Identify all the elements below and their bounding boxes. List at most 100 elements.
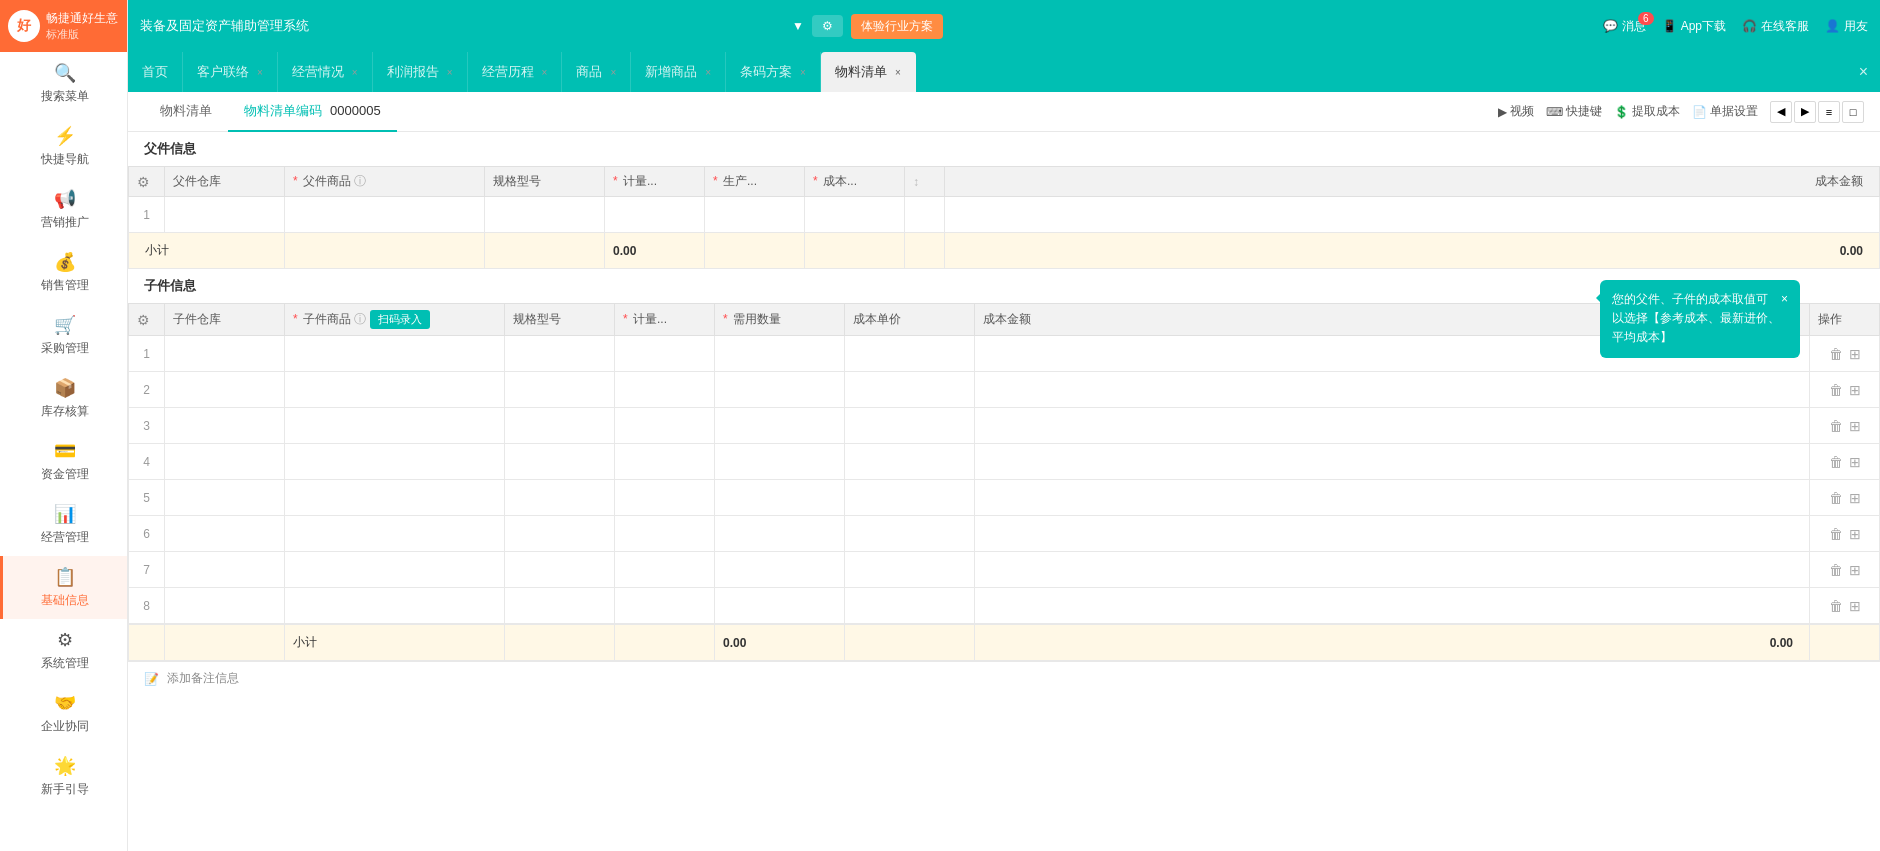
tab-profit-close[interactable]: ×: [447, 67, 453, 78]
delete-icon[interactable]: 🗑: [1829, 526, 1843, 542]
doc-settings-button[interactable]: 📄 单据设置: [1692, 103, 1758, 120]
child-spec-cell[interactable]: [505, 516, 615, 552]
child-unit-cost-cell[interactable]: [845, 444, 975, 480]
child-goods-cell[interactable]: [285, 444, 505, 480]
child-unit-cell[interactable]: [615, 372, 715, 408]
user-button[interactable]: 👤 用友: [1825, 18, 1868, 35]
child-quantity-cell[interactable]: [715, 588, 845, 624]
child-table-settings-icon[interactable]: ⚙: [137, 312, 150, 328]
child-warehouse-cell[interactable]: [165, 336, 285, 372]
delete-icon[interactable]: 🗑: [1829, 598, 1843, 614]
delete-icon[interactable]: 🗑: [1829, 382, 1843, 398]
sidebar-item-operations[interactable]: 📊 经营管理: [0, 493, 127, 556]
child-goods-cell[interactable]: [285, 336, 505, 372]
tab-operation[interactable]: 经营情况 ×: [278, 52, 373, 92]
sidebar-item-basic-info[interactable]: 📋 基础信息: [0, 556, 127, 619]
video-button[interactable]: ▶ 视频: [1498, 103, 1534, 120]
parent-production-cell[interactable]: [705, 197, 805, 233]
trial-button[interactable]: 体验行业方案: [851, 14, 943, 39]
child-quantity-cell[interactable]: [715, 516, 845, 552]
scan-button[interactable]: 扫码录入: [370, 310, 430, 329]
child-unit-cell[interactable]: [615, 408, 715, 444]
sidebar-item-marketing[interactable]: 📢 营销推广: [0, 178, 127, 241]
online-service-button[interactable]: 🎧 在线客服: [1742, 18, 1809, 35]
nav-menu-button[interactable]: ≡: [1818, 101, 1840, 123]
child-goods-cell[interactable]: [285, 480, 505, 516]
sidebar-item-sales[interactable]: 💰 销售管理: [0, 241, 127, 304]
tab-customer[interactable]: 客户联络 ×: [183, 52, 278, 92]
child-warehouse-cell[interactable]: [165, 480, 285, 516]
parent-spec-cell[interactable]: [485, 197, 605, 233]
copy-icon[interactable]: ⊞: [1849, 562, 1861, 578]
child-goods-cell[interactable]: [285, 372, 505, 408]
nav-prev-button[interactable]: ◀: [1770, 101, 1792, 123]
nav-expand-button[interactable]: □: [1842, 101, 1864, 123]
tab-goods-close[interactable]: ×: [610, 67, 616, 78]
tab-new-goods-close[interactable]: ×: [705, 67, 711, 78]
tab-barcode-close[interactable]: ×: [800, 67, 806, 78]
child-unit-cost-cell[interactable]: [845, 336, 975, 372]
sidebar-item-search[interactable]: 🔍 搜索菜单: [0, 52, 127, 115]
sidebar-item-quick-nav[interactable]: ⚡ 快捷导航: [0, 115, 127, 178]
parent-goods-cell[interactable]: [285, 197, 485, 233]
child-quantity-cell[interactable]: [715, 408, 845, 444]
copy-icon[interactable]: ⊞: [1849, 454, 1861, 470]
sidebar-item-inventory[interactable]: 📦 库存核算: [0, 367, 127, 430]
child-quantity-cell[interactable]: [715, 480, 845, 516]
close-all-tabs-button[interactable]: ×: [1847, 63, 1880, 81]
tab-bom[interactable]: 物料清单 ×: [821, 52, 916, 92]
child-warehouse-cell[interactable]: [165, 552, 285, 588]
child-unit-cell[interactable]: [615, 552, 715, 588]
child-warehouse-cell[interactable]: [165, 444, 285, 480]
tab-profit[interactable]: 利润报告 ×: [373, 52, 468, 92]
delete-icon[interactable]: 🗑: [1829, 454, 1843, 470]
tab-bom-close[interactable]: ×: [895, 67, 901, 78]
child-goods-cell[interactable]: [285, 552, 505, 588]
sidebar-item-finance[interactable]: 💳 资金管理: [0, 430, 127, 493]
tab-customer-close[interactable]: ×: [257, 67, 263, 78]
sub-tab-detail[interactable]: 物料清单编码 0000005: [228, 92, 397, 132]
delete-icon[interactable]: 🗑: [1829, 418, 1843, 434]
tab-history[interactable]: 经营历程 ×: [468, 52, 563, 92]
child-unit-cell[interactable]: [615, 516, 715, 552]
child-unit-cost-cell[interactable]: [845, 588, 975, 624]
child-unit-cell[interactable]: [615, 588, 715, 624]
copy-icon[interactable]: ⊞: [1849, 598, 1861, 614]
child-unit-cost-cell[interactable]: [845, 408, 975, 444]
child-warehouse-cell[interactable]: [165, 372, 285, 408]
child-unit-cost-cell[interactable]: [845, 552, 975, 588]
tab-home[interactable]: 首页: [128, 52, 183, 92]
child-unit-cell[interactable]: [615, 444, 715, 480]
tab-barcode[interactable]: 条码方案 ×: [726, 52, 821, 92]
parent-unit-cell[interactable]: [605, 197, 705, 233]
tab-operation-close[interactable]: ×: [352, 67, 358, 78]
copy-icon[interactable]: ⊞: [1849, 490, 1861, 506]
parent-warehouse-cell[interactable]: [165, 197, 285, 233]
copy-icon[interactable]: ⊞: [1849, 382, 1861, 398]
copy-icon[interactable]: ⊞: [1849, 346, 1861, 362]
child-spec-cell[interactable]: [505, 552, 615, 588]
child-goods-cell[interactable]: [285, 408, 505, 444]
cost-button[interactable]: 💲 提取成本: [1614, 103, 1680, 120]
child-spec-cell[interactable]: [505, 336, 615, 372]
child-spec-cell[interactable]: [505, 480, 615, 516]
settings-button[interactable]: ⚙: [812, 15, 843, 37]
child-spec-cell[interactable]: [505, 372, 615, 408]
tab-new-goods[interactable]: 新增商品 ×: [631, 52, 726, 92]
child-quantity-cell[interactable]: [715, 552, 845, 588]
sidebar-item-purchase[interactable]: 🛒 采购管理: [0, 304, 127, 367]
child-unit-cost-cell[interactable]: [845, 372, 975, 408]
child-unit-cost-cell[interactable]: [845, 480, 975, 516]
child-warehouse-cell[interactable]: [165, 408, 285, 444]
child-unit-cost-cell[interactable]: [845, 516, 975, 552]
child-unit-cell[interactable]: [615, 480, 715, 516]
child-goods-cell[interactable]: [285, 588, 505, 624]
sidebar-item-enterprise[interactable]: 🤝 企业协同: [0, 682, 127, 745]
sub-tab-list[interactable]: 物料清单: [144, 92, 228, 132]
child-quantity-cell[interactable]: [715, 336, 845, 372]
copy-icon[interactable]: ⊞: [1849, 526, 1861, 542]
child-warehouse-cell[interactable]: [165, 588, 285, 624]
delete-icon[interactable]: 🗑: [1829, 490, 1843, 506]
delete-icon[interactable]: 🗑: [1829, 346, 1843, 362]
shortcut-button[interactable]: ⌨ 快捷键: [1546, 103, 1602, 120]
